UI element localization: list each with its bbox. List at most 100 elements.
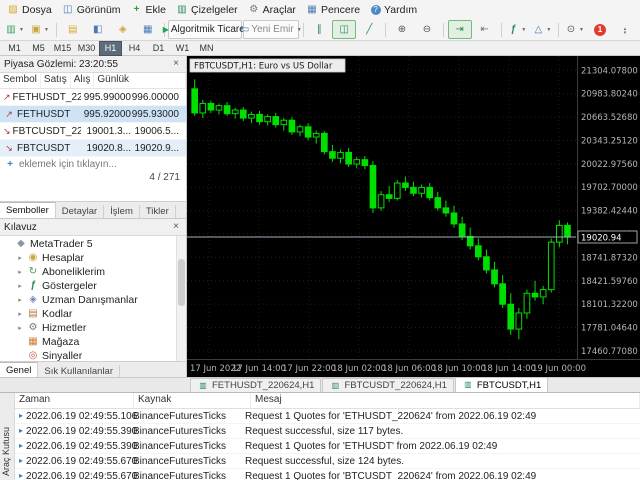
timeframe-w1[interactable]: W1 <box>171 41 194 56</box>
candlestick-chart[interactable]: 21304.07800 20983.80240 20663.52680 20343.2… <box>187 56 640 377</box>
navigator-item-magaza[interactable]: Mağaza <box>0 335 186 349</box>
price-axis-label: 18741.87320 <box>581 253 638 263</box>
journal-row[interactable]: 2022.06.19 02:49:55.670BinanceFuturesTic… <box>15 454 640 469</box>
new-chart-button[interactable]: ▼ <box>3 20 27 39</box>
toolbox-vertical-tab[interactable]: Araç Kutusu <box>0 393 15 480</box>
market-watch-toggle[interactable] <box>61 20 85 39</box>
tab-genel[interactable]: Genel <box>0 362 39 378</box>
menu-pencere[interactable]: Pencere <box>301 0 365 19</box>
journal-row[interactable]: 2022.06.19 02:49:55.390BinanceFuturesTic… <box>15 439 640 454</box>
journal-time: 2022.06.19 02:49:55.106 <box>26 410 138 422</box>
price-axis-label: 17781.04640 <box>581 324 638 334</box>
chart-tab-fethusdt-220624[interactable]: FETHUSDT_220624,H1 <box>190 378 322 392</box>
expand-arrow-icon[interactable]: ▸ <box>16 268 24 276</box>
symbol-cell: FBTCUSDT_2206... <box>0 125 81 138</box>
toolbox-panel: Araç Kutusu ZamanKaynakMesaj 2022.06.19 … <box>0 392 640 480</box>
metatrader-window: Dosya Görünüm Ekle Çizelgeler Araçlar Pencere… <box>0 0 640 480</box>
close-icon[interactable] <box>170 58 182 70</box>
bid-price: 19001.3... <box>86 125 131 137</box>
line-chart-button[interactable] <box>357 20 381 39</box>
tab-islem[interactable]: İşlem <box>104 205 140 218</box>
navigator-toggle[interactable] <box>111 20 135 39</box>
codes-icon <box>27 308 39 320</box>
chart-tab-fbtcusdt-220624[interactable]: FBTCUSDT_220624,H1 <box>322 378 454 392</box>
menu-ekle[interactable]: Ekle <box>126 0 171 19</box>
price-axis-label: 20022.97560 <box>581 160 638 170</box>
expand-arrow-icon[interactable]: ▸ <box>16 310 24 318</box>
notifications-button[interactable]: 1 <box>588 20 612 39</box>
profiles-button[interactable]: ▼ <box>28 20 52 39</box>
toolbox-toggle[interactable] <box>136 20 160 39</box>
expand-arrow-icon[interactable]: ▸ <box>16 254 24 262</box>
objects-button[interactable]: ▼ <box>530 20 554 39</box>
menu-dosya[interactable]: Dosya <box>2 0 57 19</box>
chart-tab-fbtcusdt[interactable]: FBTCUSDT,H1 <box>454 377 549 392</box>
search-button[interactable]: ▼ <box>563 20 587 39</box>
price-axis-label: 21304.07800 <box>581 66 638 76</box>
data-window-toggle[interactable] <box>86 20 110 39</box>
zoom-out-button[interactable] <box>415 20 439 39</box>
market-watch-add-symbol[interactable]: eklemek için tıklayın... <box>0 157 186 172</box>
journal-time-cell: 2022.06.19 02:49:55.390 <box>15 440 137 452</box>
bar-chart-button[interactable] <box>307 20 331 39</box>
journal-row[interactable]: 2022.06.19 02:49:55.670BinanceFuturesTic… <box>15 469 640 480</box>
toolbar-overflow-button[interactable] <box>613 20 637 39</box>
column-header[interactable]: Satış <box>41 73 71 88</box>
timeframe-m5[interactable]: M5 <box>27 41 50 56</box>
expand-arrow-icon[interactable]: ▸ <box>16 324 24 332</box>
column-header[interactable]: Zaman <box>15 393 134 408</box>
navigator-item-hesaplar[interactable]: ▸ Hesaplar <box>0 251 186 265</box>
navigator-icon <box>117 24 129 36</box>
timeframe-m15[interactable]: M15 <box>51 41 74 56</box>
expand-arrow-icon[interactable]: ▸ <box>16 282 24 290</box>
time-axis-label: 17 Jun 22:00 <box>282 364 336 374</box>
navigator-item-sinyaller[interactable]: Sinyaller <box>0 349 186 361</box>
column-header[interactable]: Sembol <box>0 73 41 88</box>
journal-source: BinanceFuturesTicks <box>133 470 226 480</box>
zoom-in-button[interactable] <box>390 20 414 39</box>
close-icon[interactable] <box>170 221 182 233</box>
journal-row[interactable]: 2022.06.19 02:49:55.390BinanceFuturesTic… <box>15 424 640 439</box>
navigator-scrollbar[interactable] <box>176 236 186 361</box>
expand-arrow-icon[interactable]: ▸ <box>16 296 24 304</box>
column-header[interactable]: Mesaj <box>251 393 640 408</box>
menu-label: Dosya <box>22 3 52 16</box>
column-header[interactable]: Günlük <box>94 73 186 88</box>
timeframe-m1[interactable]: M1 <box>3 41 26 56</box>
navigator-item-uzman-danismanlar[interactable]: ▸ Uzman Danışmanlar <box>0 293 186 307</box>
timeframe-m30[interactable]: M30 <box>75 41 98 56</box>
journal-time-cell: 2022.06.19 02:49:55.670 <box>15 470 137 480</box>
tab-detaylar[interactable]: Detaylar <box>56 205 105 218</box>
candles-button[interactable] <box>332 20 357 39</box>
tab-tikler[interactable]: Tikler <box>140 205 176 218</box>
menu-yardim[interactable]: Yardım <box>365 0 422 19</box>
journal-row[interactable]: 2022.06.19 02:49:55.106BinanceFuturesTic… <box>15 409 640 424</box>
navigator-item-kodlar[interactable]: ▸ Kodlar <box>0 307 186 321</box>
menu-gorunum[interactable]: Görünüm <box>57 0 126 19</box>
menu-araclar[interactable]: Araçlar <box>243 0 301 19</box>
indicators-button[interactable]: ▼ <box>505 20 529 39</box>
menu-cizelgeler[interactable]: Çizelgeler <box>171 0 243 19</box>
tab-semboller[interactable]: Semboller <box>0 202 56 218</box>
new-order-button[interactable]: Yeni Emir▼ <box>242 20 302 39</box>
chart-shift-button[interactable] <box>473 20 497 39</box>
chart-tab-bar: FETHUSDT_220624,H1 FBTCUSDT_220624,H1 FBTC… <box>0 377 640 392</box>
algo-trading-button[interactable]: Algoritmik Ticaret <box>168 20 248 39</box>
navigator-item-gostergeler[interactable]: ▸ Göstergeler <box>0 279 186 293</box>
market-watch-row-fethusdt-2206[interactable]: FETHUSDT_2206...995.99000996.00000 <box>0 89 186 106</box>
column-header[interactable]: Alış <box>71 73 95 88</box>
market-watch-row-fbtcusdt[interactable]: FBTCUSDT 19020.8...19020.9... <box>0 140 186 157</box>
market-watch-row-fethusdt[interactable]: FETHUSDT 995.92000995.93000 <box>0 106 186 123</box>
timeframe-h4[interactable]: H4 <box>123 41 146 56</box>
auto-scroll-button[interactable] <box>447 20 472 39</box>
navigator-item-hizmetler[interactable]: ▸ Hizmetler <box>0 321 186 335</box>
timeframe-mn[interactable]: MN <box>195 41 218 56</box>
market-watch-row-fbtcusdt-2206[interactable]: FBTCUSDT_2206... 19001.3...19006.5... <box>0 123 186 140</box>
timeframe-h1[interactable]: H1 <box>99 40 122 56</box>
market-watch-title: Piyasa Gözlemi: 23:20:55 <box>4 58 118 70</box>
timeframe-d1[interactable]: D1 <box>147 41 170 56</box>
column-header[interactable]: Kaynak <box>134 393 251 408</box>
navigator-item-aboneliklerim[interactable]: ▸ Aboneliklerim <box>0 265 186 279</box>
menu-bar: Dosya Görünüm Ekle Çizelgeler Araçlar Pencere… <box>0 0 640 20</box>
navigator-item-metatrader5[interactable]: MetaTrader 5 <box>0 237 186 251</box>
